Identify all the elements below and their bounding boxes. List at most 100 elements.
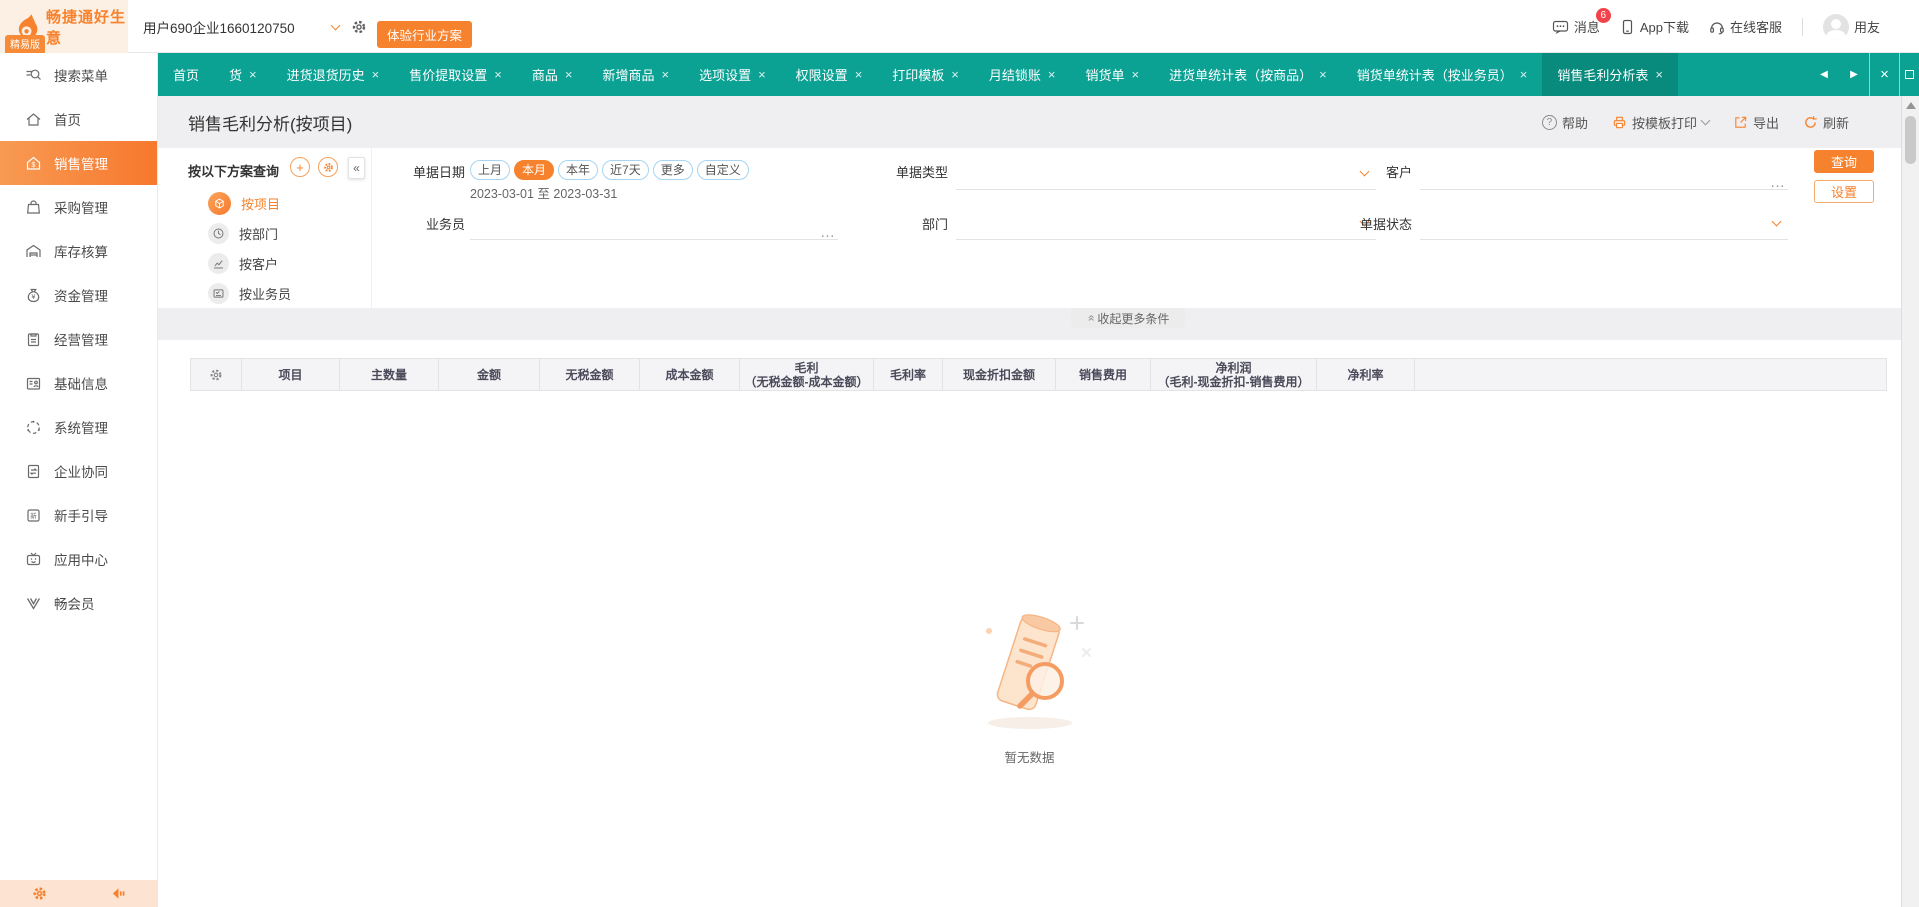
column-header-sales-expense[interactable]: 销售费用	[1056, 359, 1151, 390]
vertical-scrollbar[interactable]	[1901, 96, 1919, 907]
tab-permission-settings[interactable]: 权限设置 ×	[781, 53, 878, 96]
sidebar-item-funds-management[interactable]: ¥ 资金管理	[0, 273, 157, 317]
export-button[interactable]: 导出	[1733, 113, 1779, 132]
sidebar-item-member[interactable]: 畅会员	[0, 581, 157, 625]
sidebar-item-purchase-management[interactable]: 采购管理	[0, 185, 157, 229]
scheme-settings-button[interactable]	[318, 157, 338, 177]
app-download-button[interactable]: App下载	[1620, 17, 1689, 36]
scrollbar-thumb[interactable]	[1905, 116, 1916, 164]
salesman-picker[interactable]: …	[470, 210, 838, 240]
column-header-cash-discount[interactable]: 现金折扣金额	[943, 359, 1056, 390]
customer-picker[interactable]: …	[1420, 160, 1788, 190]
scheme-by-project[interactable]: 按项目	[158, 188, 372, 218]
close-tab-icon[interactable]: ×	[951, 68, 959, 81]
close-tab-icon[interactable]: ×	[494, 68, 502, 81]
column-header-gross-margin[interactable]: 毛利率	[874, 359, 943, 390]
tab-products[interactable]: 商品 ×	[517, 53, 588, 96]
department-select[interactable]	[956, 210, 1376, 240]
tab-month-end-lock[interactable]: 月结锁账 ×	[974, 53, 1071, 96]
scheme-by-department[interactable]: 按部门	[158, 218, 372, 248]
tab-home[interactable]: 首页	[158, 53, 214, 96]
date-preset-pill-active[interactable]: 本月	[514, 160, 555, 180]
close-tab-icon[interactable]: ×	[1520, 68, 1528, 81]
user-menu[interactable]: 用友	[1822, 13, 1880, 40]
more-icon[interactable]: …	[1770, 175, 1786, 190]
tab-option-settings[interactable]: 选项设置 ×	[684, 53, 781, 96]
sidebar-item-base-info[interactable]: 基础信息	[0, 361, 157, 405]
sidebar-item-home[interactable]: 首页	[0, 97, 157, 141]
sidebar-item-beginner-guide[interactable]: 新 新手引导	[0, 493, 157, 537]
sidebar-item-search-menu[interactable]: 搜索菜单	[0, 53, 157, 97]
close-tab-icon[interactable]: ×	[1319, 68, 1327, 81]
sidebar-item-system-management[interactable]: 系统管理	[0, 405, 157, 449]
money-bag-icon: ¥	[25, 287, 42, 304]
tab-new-product[interactable]: 新增商品 ×	[587, 53, 684, 96]
messages-button[interactable]: 消息 6	[1552, 8, 1611, 36]
close-tab-icon[interactable]: ×	[1655, 68, 1663, 81]
scroll-tabs-right-icon[interactable]: ▶	[1839, 53, 1869, 96]
close-tab-icon[interactable]: ×	[249, 68, 257, 81]
tab-purchase-return-history[interactable]: 进货退货历史 ×	[272, 53, 395, 96]
footer-gear-icon[interactable]	[32, 886, 47, 901]
doc-status-select[interactable]	[1420, 210, 1788, 240]
tab-price-extract-settings[interactable]: 售价提取设置 ×	[394, 53, 517, 96]
column-header-gross-profit[interactable]: 毛利 （无税金额-成本金额）	[740, 359, 874, 390]
tab-gross-profit-analysis[interactable]: 销售毛利分析表 ×	[1542, 53, 1678, 96]
brand-logo[interactable]: 畅捷通好生意 精易版	[0, 0, 128, 53]
doc-type-select[interactable]	[956, 160, 1376, 190]
settings-gear-icon[interactable]	[351, 19, 367, 35]
column-header-net-profit[interactable]: 净利润 （毛利-现金折扣-销售费用）	[1151, 359, 1317, 390]
sidebar-item-enterprise-collaboration[interactable]: 企业协同	[0, 449, 157, 493]
online-service-button[interactable]: 在线客服	[1709, 17, 1782, 36]
tab-goods[interactable]: 货 ×	[214, 53, 272, 96]
tab-purchase-stats-by-product[interactable]: 进货单统计表（按商品） ×	[1154, 53, 1342, 96]
collapse-panel-button[interactable]: «	[348, 157, 365, 179]
scroll-up-arrow-icon[interactable]	[1906, 102, 1916, 109]
print-by-template-button[interactable]: 按模板打印	[1612, 113, 1711, 132]
sidebar-item-app-center[interactable]: 应用中心	[0, 537, 157, 581]
close-tab-icon[interactable]: ×	[565, 68, 573, 81]
column-header-project[interactable]: 项目	[242, 359, 340, 390]
tab-sales-order[interactable]: 销货单 ×	[1071, 53, 1155, 96]
date-preset-pill[interactable]: 自定义	[696, 160, 749, 180]
collapse-more-filters[interactable]: » 收起更多条件	[1071, 308, 1185, 328]
tab-sales-stats-by-salesman[interactable]: 销货单统计表（按业务员） ×	[1342, 53, 1543, 96]
scroll-tabs-left-icon[interactable]: ◀	[1809, 53, 1839, 96]
sidebar-item-inventory-accounting[interactable]: 库存核算	[0, 229, 157, 273]
help-button[interactable]: ? 帮助	[1541, 113, 1588, 132]
sidebar-item-operation-management[interactable]: 经营管理	[0, 317, 157, 361]
maximize-icon[interactable]	[1899, 53, 1919, 96]
column-settings-cell[interactable]	[191, 359, 242, 390]
close-tab-icon[interactable]: ×	[1132, 68, 1140, 81]
settings-button[interactable]: 设置	[1814, 180, 1874, 203]
close-tab-icon[interactable]: ×	[855, 68, 863, 81]
sidebar-item-sales-management[interactable]: $ 销售管理	[0, 141, 157, 185]
column-header-main-qty[interactable]: 主数量	[340, 359, 439, 390]
scheme-by-salesman[interactable]: 按业务员	[158, 278, 372, 308]
close-tab-icon[interactable]: ×	[758, 68, 766, 81]
date-preset-pill[interactable]: 上月	[470, 160, 511, 180]
date-preset-pill[interactable]: 更多	[652, 160, 693, 180]
search-button[interactable]: 查询	[1814, 150, 1874, 173]
refresh-button[interactable]: 刷新	[1803, 113, 1849, 132]
column-header-tax-free-amount[interactable]: 无税金额	[540, 359, 640, 390]
column-header-amount[interactable]: 金额	[439, 359, 540, 390]
column-header-cost-amount[interactable]: 成本金额	[640, 359, 740, 390]
close-tab-icon[interactable]: ×	[1048, 68, 1056, 81]
date-preset-pill[interactable]: 本年	[558, 160, 599, 180]
account-dropdown[interactable]: 用户690企业1660120750	[143, 0, 341, 53]
column-header-net-margin[interactable]: 净利率	[1317, 359, 1415, 390]
close-all-tabs-icon[interactable]: ×	[1869, 53, 1899, 96]
tab-print-template[interactable]: 打印模板 ×	[877, 53, 974, 96]
close-tab-icon[interactable]: ×	[661, 68, 669, 81]
date-range-value[interactable]: 2023-03-01 至 2023-03-31	[470, 183, 617, 202]
close-tab-icon[interactable]: ×	[372, 68, 380, 81]
scheme-by-customer[interactable]: 按客户	[158, 248, 372, 278]
empty-text: 暂无数据	[1004, 751, 1055, 765]
add-scheme-button[interactable]: +	[290, 157, 310, 177]
more-icon[interactable]: …	[820, 225, 836, 240]
chevron-down-icon[interactable]	[1700, 115, 1711, 126]
date-preset-pill[interactable]: 近7天	[602, 160, 649, 180]
trial-plan-button[interactable]: 体验行业方案	[377, 21, 473, 48]
collapse-sidebar-icon[interactable]	[110, 886, 126, 901]
